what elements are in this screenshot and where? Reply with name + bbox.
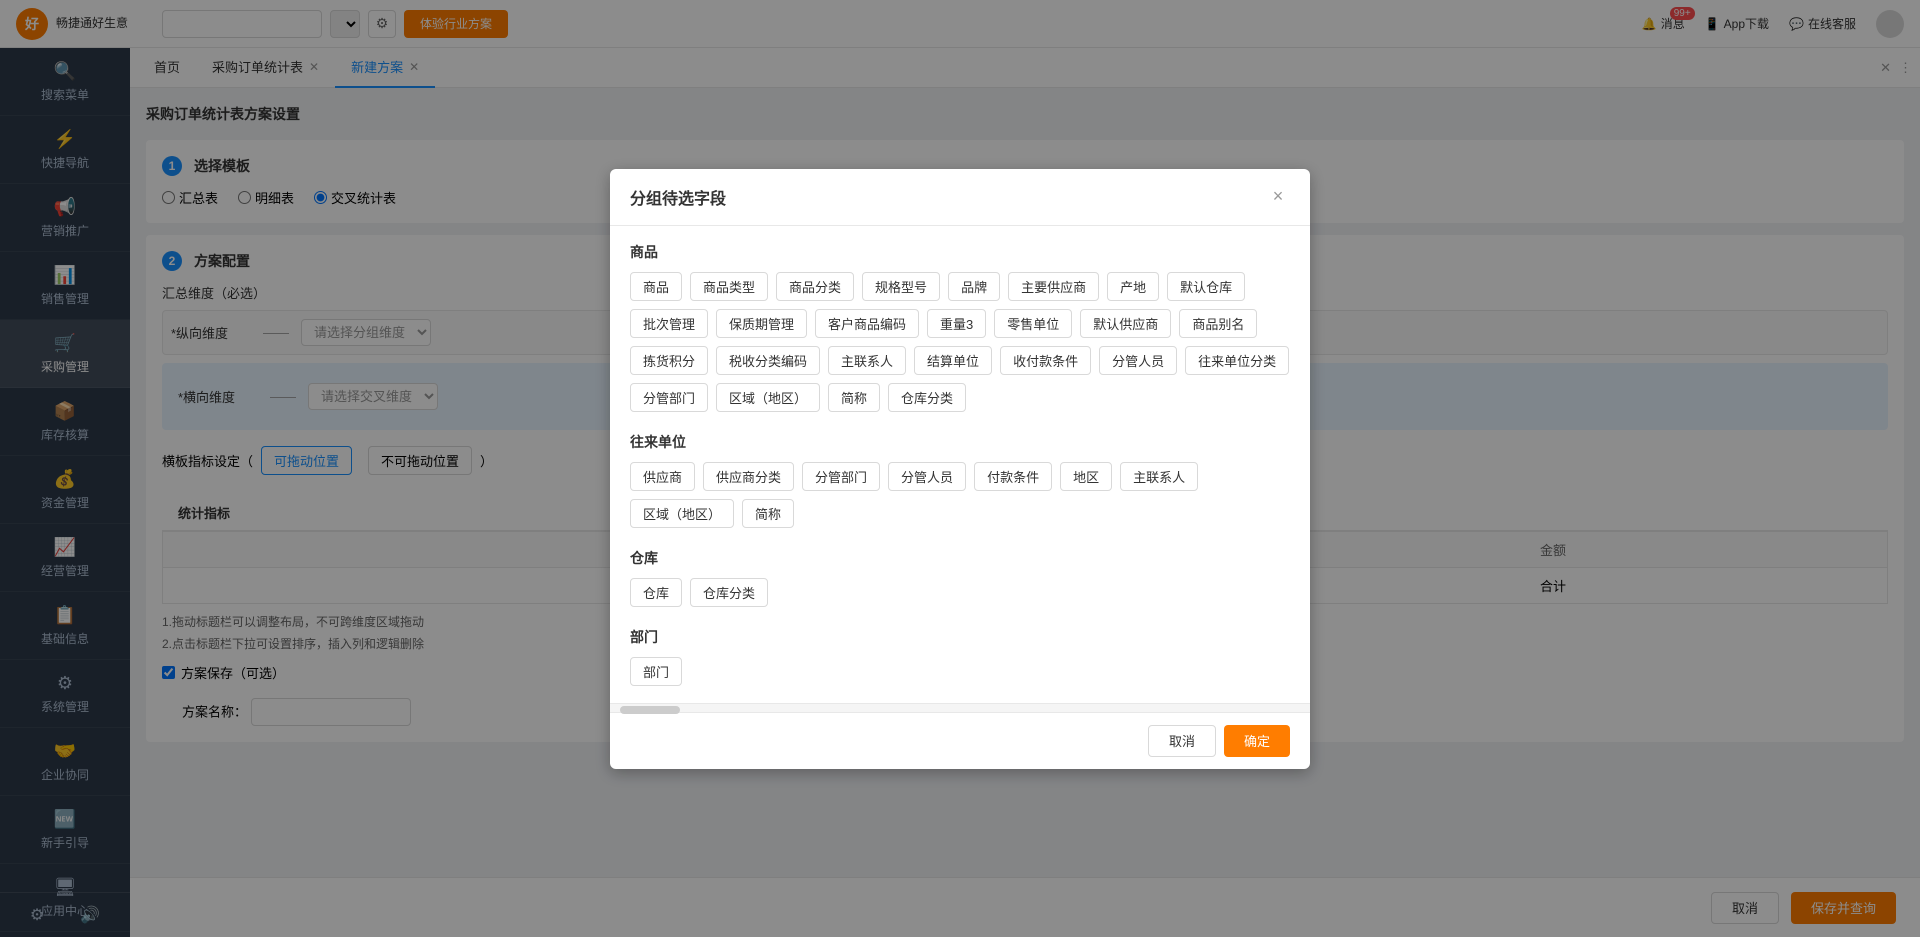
field-tag-product-4[interactable]: 品牌 <box>948 272 1000 301</box>
field-tag-product-14[interactable]: 商品别名 <box>1179 309 1257 338</box>
modal-horizontal-scrollbar[interactable] <box>610 703 1310 711</box>
field-tag-product-13[interactable]: 默认供应商 <box>1080 309 1171 338</box>
field-tag-warehouse-1[interactable]: 仓库分类 <box>690 578 768 607</box>
modal-confirm-button[interactable]: 确定 <box>1224 725 1290 757</box>
modal-dialog: 分组待选字段 × 商品 商品 商品类型 商品分类 规格型号 品牌 主要供应商 产… <box>610 169 1310 769</box>
field-tag-product-3[interactable]: 规格型号 <box>862 272 940 301</box>
field-group-product: 商品 商品 商品类型 商品分类 规格型号 品牌 主要供应商 产地 默认仓库 批次… <box>630 242 1290 412</box>
field-tag-product-1[interactable]: 商品类型 <box>690 272 768 301</box>
modal-close-button[interactable]: × <box>1266 185 1290 209</box>
field-tag-product-9[interactable]: 保质期管理 <box>716 309 807 338</box>
field-tag-partner-2[interactable]: 分管部门 <box>802 462 880 491</box>
field-tag-product-8[interactable]: 批次管理 <box>630 309 708 338</box>
field-tag-product-24[interactable]: 简称 <box>828 383 880 412</box>
field-tag-product-22[interactable]: 分管部门 <box>630 383 708 412</box>
field-tag-partner-0[interactable]: 供应商 <box>630 462 695 491</box>
field-tag-product-5[interactable]: 主要供应商 <box>1008 272 1099 301</box>
field-tag-product-0[interactable]: 商品 <box>630 272 682 301</box>
modal-overlay[interactable]: 分组待选字段 × 商品 商品 商品类型 商品分类 规格型号 品牌 主要供应商 产… <box>0 0 1920 937</box>
field-tag-product-12[interactable]: 零售单位 <box>994 309 1072 338</box>
field-tag-product-7[interactable]: 默认仓库 <box>1167 272 1245 301</box>
field-tag-product-25[interactable]: 仓库分类 <box>888 383 966 412</box>
modal-body: 商品 商品 商品类型 商品分类 规格型号 品牌 主要供应商 产地 默认仓库 批次… <box>610 226 1310 704</box>
modal-hscroll-thumb <box>620 706 680 714</box>
field-tag-warehouse-0[interactable]: 仓库 <box>630 578 682 607</box>
dept-field-tags: 部门 <box>630 657 1290 686</box>
field-tag-partner-8[interactable]: 简称 <box>742 499 794 528</box>
modal-footer: 取消 确定 <box>610 712 1310 769</box>
field-tag-product-16[interactable]: 税收分类编码 <box>716 346 820 375</box>
field-tag-partner-5[interactable]: 地区 <box>1060 462 1112 491</box>
field-tag-product-6[interactable]: 产地 <box>1107 272 1159 301</box>
field-tag-partner-1[interactable]: 供应商分类 <box>703 462 794 491</box>
field-tag-product-10[interactable]: 客户商品编码 <box>815 309 919 338</box>
field-tag-partner-3[interactable]: 分管人员 <box>888 462 966 491</box>
field-tag-product-18[interactable]: 结算单位 <box>914 346 992 375</box>
field-tag-product-21[interactable]: 往来单位分类 <box>1185 346 1289 375</box>
field-group-partner: 往来单位 供应商 供应商分类 分管部门 分管人员 付款条件 地区 主联系人 区域… <box>630 432 1290 528</box>
field-tag-product-15[interactable]: 拣货积分 <box>630 346 708 375</box>
field-tag-product-23[interactable]: 区域（地区） <box>716 383 820 412</box>
field-tag-partner-4[interactable]: 付款条件 <box>974 462 1052 491</box>
group-title-partner: 往来单位 <box>630 432 1290 452</box>
product-field-tags: 商品 商品类型 商品分类 规格型号 品牌 主要供应商 产地 默认仓库 批次管理 … <box>630 272 1290 412</box>
field-tag-partner-7[interactable]: 区域（地区） <box>630 499 734 528</box>
field-tag-product-20[interactable]: 分管人员 <box>1099 346 1177 375</box>
field-group-warehouse: 仓库 仓库 仓库分类 <box>630 548 1290 607</box>
modal-cancel-button[interactable]: 取消 <box>1148 725 1216 757</box>
modal-title: 分组待选字段 <box>630 185 726 209</box>
group-title-warehouse: 仓库 <box>630 548 1290 568</box>
field-group-dept: 部门 部门 <box>630 627 1290 686</box>
field-tag-product-19[interactable]: 收付款条件 <box>1000 346 1091 375</box>
warehouse-field-tags: 仓库 仓库分类 <box>630 578 1290 607</box>
field-tag-partner-6[interactable]: 主联系人 <box>1120 462 1198 491</box>
field-tag-product-11[interactable]: 重量3 <box>927 309 986 338</box>
partner-field-tags: 供应商 供应商分类 分管部门 分管人员 付款条件 地区 主联系人 区域（地区） … <box>630 462 1290 528</box>
group-title-product: 商品 <box>630 242 1290 262</box>
modal-header: 分组待选字段 × <box>610 169 1310 226</box>
field-tag-product-2[interactable]: 商品分类 <box>776 272 854 301</box>
field-tag-product-17[interactable]: 主联系人 <box>828 346 906 375</box>
group-title-dept: 部门 <box>630 627 1290 647</box>
field-tag-dept-0[interactable]: 部门 <box>630 657 682 686</box>
